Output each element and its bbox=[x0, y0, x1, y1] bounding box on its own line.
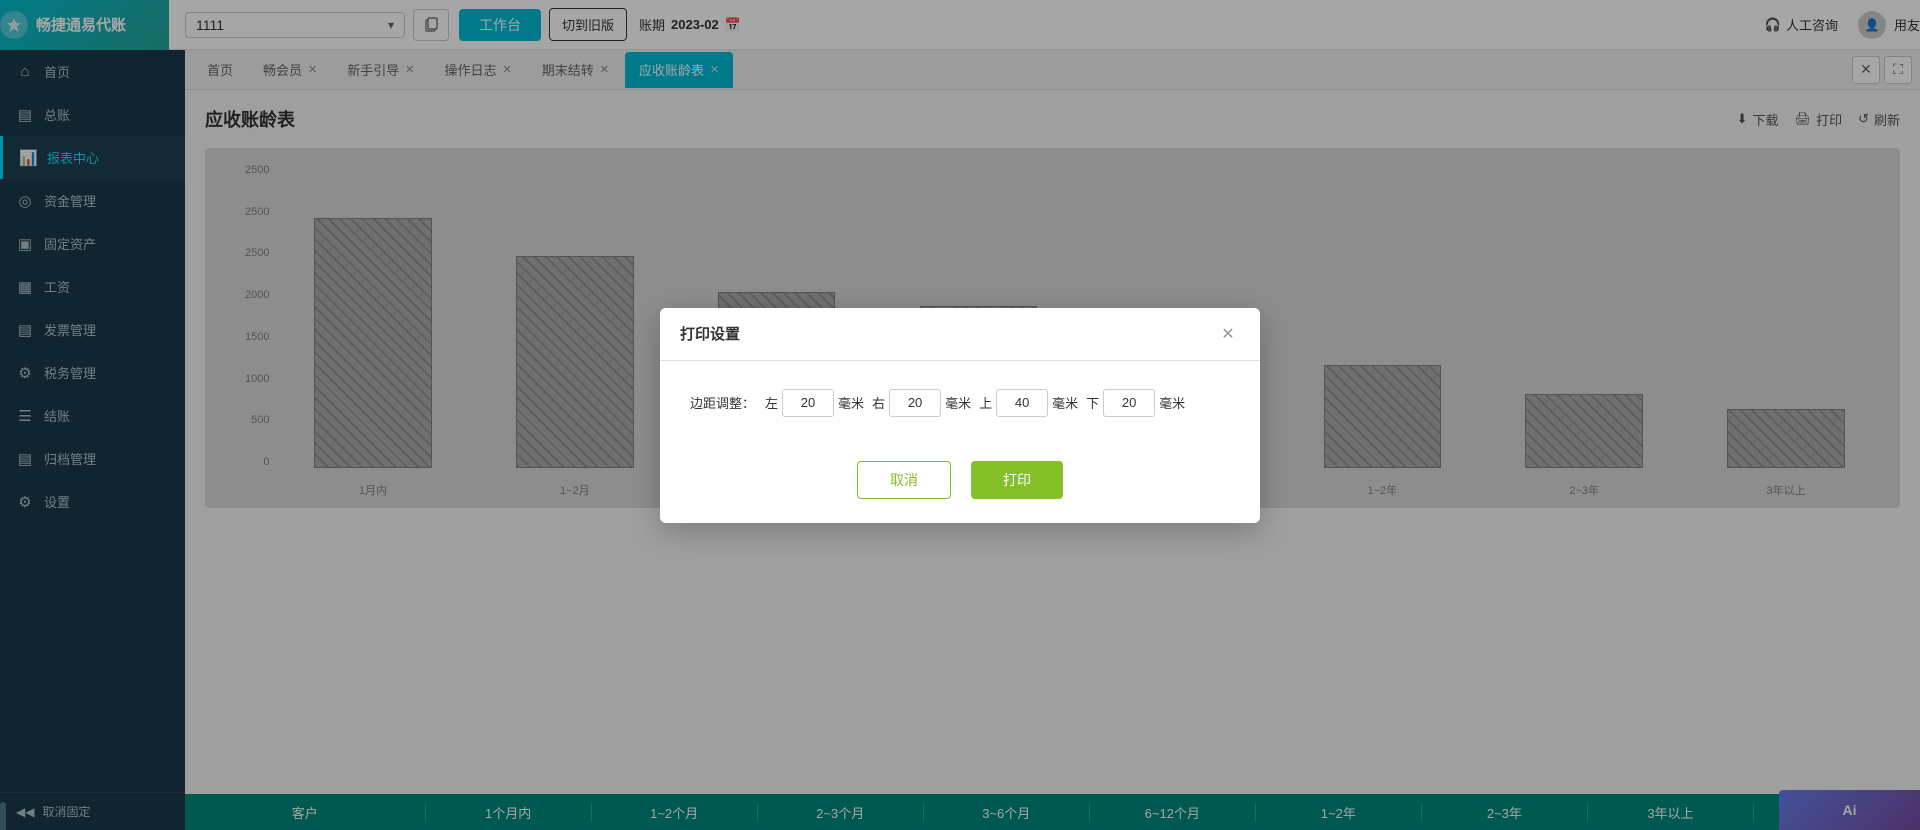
print-settings-modal: 打印设置 ✕ 边距调整： 左 毫米 右 毫米 bbox=[660, 308, 1260, 523]
modal-title: 打印设置 bbox=[680, 323, 740, 344]
right-label: 右 bbox=[872, 393, 885, 412]
modal-body: 边距调整： 左 毫米 右 毫米 上 毫米 bbox=[660, 361, 1260, 445]
margin-top-item: 上 毫米 bbox=[979, 389, 1078, 417]
cancel-button[interactable]: 取消 bbox=[857, 461, 951, 499]
margin-right-item: 右 毫米 bbox=[872, 389, 971, 417]
left-input[interactable] bbox=[782, 389, 834, 417]
modal-print-button[interactable]: 打印 bbox=[971, 461, 1063, 499]
modal-close-button[interactable]: ✕ bbox=[1216, 322, 1240, 346]
right-input[interactable] bbox=[889, 389, 941, 417]
bottom-label: 下 bbox=[1086, 393, 1099, 412]
bottom-input[interactable] bbox=[1103, 389, 1155, 417]
modal-footer: 取消 打印 bbox=[660, 445, 1260, 523]
margin-label: 边距调整： bbox=[690, 393, 755, 412]
left-label: 左 bbox=[765, 393, 778, 412]
margin-group: 左 毫米 右 毫米 上 毫米 下 bbox=[765, 389, 1185, 417]
top-input[interactable] bbox=[996, 389, 1048, 417]
bottom-unit: 毫米 bbox=[1159, 393, 1185, 412]
top-unit: 毫米 bbox=[1052, 393, 1078, 412]
margin-form-row: 边距调整： 左 毫米 右 毫米 上 毫米 bbox=[690, 389, 1230, 417]
top-label: 上 bbox=[979, 393, 992, 412]
left-unit: 毫米 bbox=[838, 393, 864, 412]
margin-bottom-item: 下 毫米 bbox=[1086, 389, 1185, 417]
modal-header: 打印设置 ✕ bbox=[660, 308, 1260, 361]
margin-left-item: 左 毫米 bbox=[765, 389, 864, 417]
right-unit: 毫米 bbox=[945, 393, 971, 412]
modal-overlay: 打印设置 ✕ 边距调整： 左 毫米 右 毫米 bbox=[0, 0, 1920, 830]
